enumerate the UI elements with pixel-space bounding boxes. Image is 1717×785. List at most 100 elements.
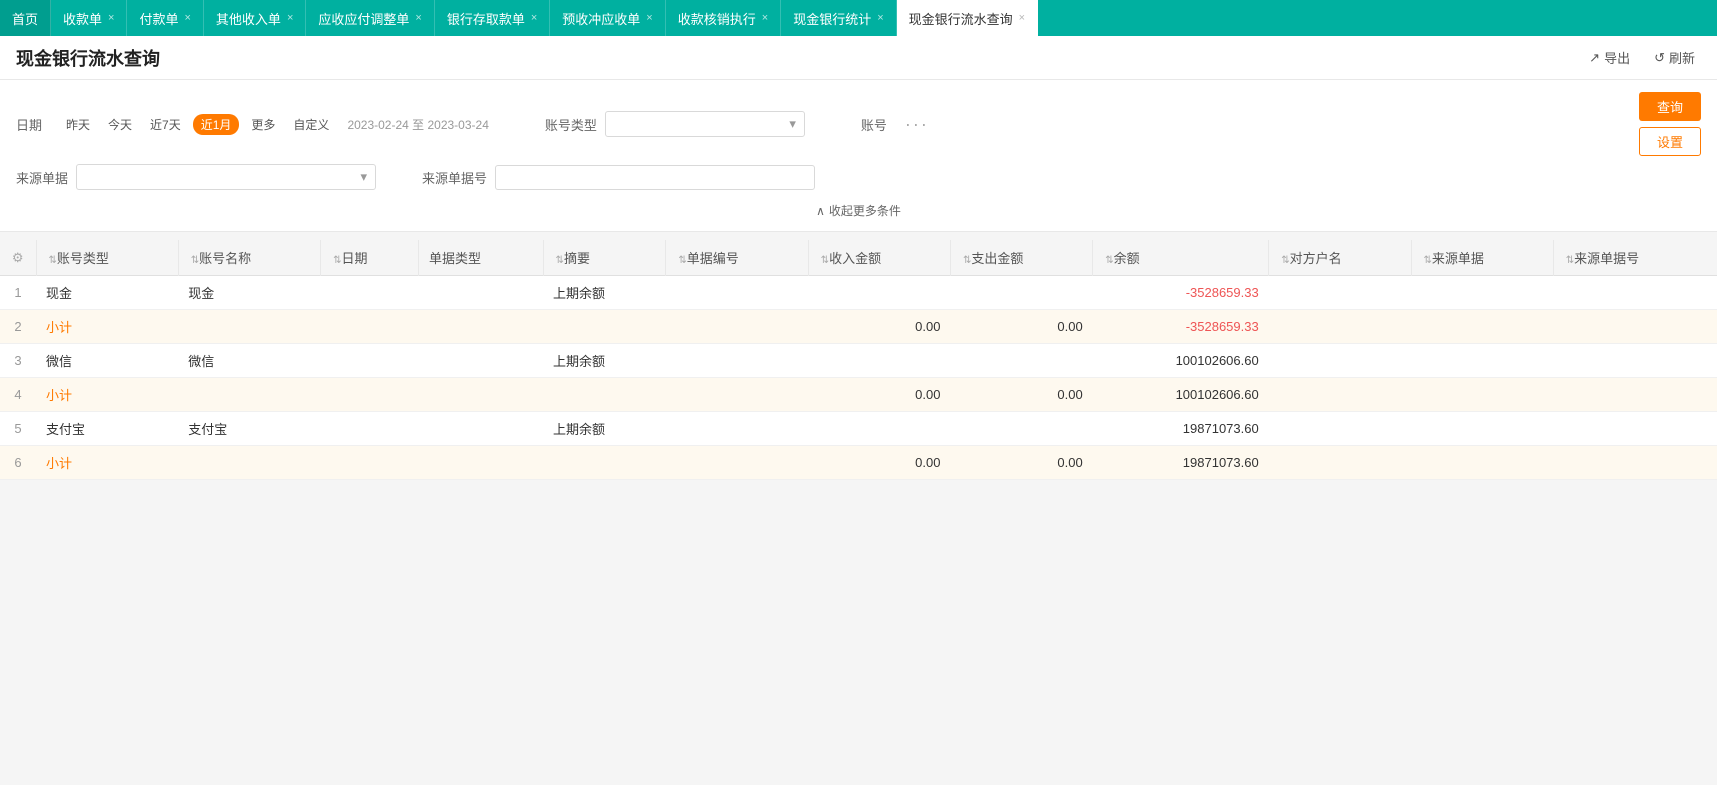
last7-btn[interactable]: 近7天 (144, 114, 187, 135)
cell-source-doc (1411, 276, 1553, 310)
source-doc-no-input[interactable] (495, 165, 815, 190)
source-doc-no-group: 来源单据号 (422, 165, 815, 190)
source-doc-group: 来源单据 ▾ (16, 164, 376, 190)
cell-counterparty (1269, 412, 1411, 446)
cell-date (321, 446, 419, 480)
filter-area: 日期 昨天 今天 近7天 近1月 更多 自定义 2023-02-24 至 202… (0, 80, 1717, 232)
nav-tab-首页[interactable]: 首页 (0, 0, 51, 36)
nav-tab-现金银行统计[interactable]: 现金银行统计× (781, 0, 896, 36)
top-nav: 首页收款单×付款单×其他收入单×应收应付调整单×银行存取款单×预收冲应收单×收款… (0, 0, 1717, 36)
close-icon[interactable]: × (531, 12, 537, 24)
settings-button[interactable]: 设置 (1639, 127, 1701, 156)
col-source_doc[interactable]: ⇅来源单据 (1411, 240, 1553, 276)
close-icon[interactable]: × (184, 12, 190, 24)
cell-account-name: 支付宝 (178, 412, 320, 446)
custom-btn[interactable]: 自定义 (287, 114, 335, 135)
cell-account-type: 支付宝 (36, 412, 178, 446)
yesterday-btn[interactable]: 昨天 (60, 114, 96, 135)
today-btn[interactable]: 今天 (102, 114, 138, 135)
col-account_type[interactable]: ⇅账号类型 (36, 240, 178, 276)
col-balance[interactable]: ⇅余额 (1093, 240, 1269, 276)
col-income[interactable]: ⇅收入金额 (808, 240, 950, 276)
close-icon[interactable]: × (646, 12, 652, 24)
page-header: 现金银行流水查询 ↗ 导出 ↺ 刷新 (0, 36, 1717, 80)
cell-doc-no (666, 310, 808, 344)
close-icon[interactable]: × (415, 12, 421, 24)
nav-tab-付款单[interactable]: 付款单× (127, 0, 203, 36)
collapse-label: 收起更多条件 (829, 202, 901, 219)
cell-balance: 100102606.60 (1093, 344, 1269, 378)
cell-income: 0.00 (808, 378, 950, 412)
table-row: 2小计0.000.00-3528659.33 (0, 310, 1717, 344)
nav-tab-应收应付调整单[interactable]: 应收应付调整单× (306, 0, 434, 36)
cell-account-name: 现金 (178, 276, 320, 310)
cell-source-doc-no (1553, 378, 1717, 412)
account-dots[interactable]: ··· (905, 114, 929, 135)
chevron-down-icon2: ▾ (360, 169, 367, 185)
col-date[interactable]: ⇅日期 (321, 240, 419, 276)
source-doc-no-label: 来源单据号 (422, 168, 487, 187)
account-type-group: 账号类型 ▾ (545, 111, 805, 137)
cell-doc-no (666, 344, 808, 378)
cell-doc-type (418, 412, 543, 446)
nav-tab-收款核销执行[interactable]: 收款核销执行× (666, 0, 781, 36)
nav-tab-现金银行流水查询[interactable]: 现金银行流水查询× (897, 0, 1038, 36)
close-icon[interactable]: × (108, 12, 114, 24)
settings-col-icon[interactable]: ⚙ (12, 250, 24, 265)
cell-income: 0.00 (808, 446, 950, 480)
cell-doc-no (666, 276, 808, 310)
col-source_doc_no[interactable]: ⇅来源单据号 (1553, 240, 1717, 276)
close-icon[interactable]: × (1019, 12, 1025, 24)
close-icon[interactable]: × (762, 12, 768, 24)
cell-expense: 0.00 (950, 446, 1092, 480)
cell-income: 0.00 (808, 310, 950, 344)
close-icon[interactable]: × (287, 12, 293, 24)
cell-doc-type (418, 446, 543, 480)
col-account_name[interactable]: ⇅账号名称 (178, 240, 320, 276)
last1m-btn[interactable]: 近1月 (193, 114, 240, 135)
table-row: 3微信微信上期余额100102606.60 (0, 344, 1717, 378)
account-type-label: 账号类型 (545, 115, 597, 134)
nav-tab-银行存取款单[interactable]: 银行存取款单× (435, 0, 550, 36)
cell-balance: 100102606.60 (1093, 378, 1269, 412)
collapse-bar[interactable]: ∧ 收起更多条件 (16, 198, 1701, 223)
row-idx: 2 (0, 310, 36, 344)
date-filter-group: 日期 昨天 今天 近7天 近1月 更多 自定义 2023-02-24 至 202… (16, 114, 489, 135)
cell-source-doc-no (1553, 446, 1717, 480)
cell-counterparty (1269, 276, 1411, 310)
cell-expense: 0.00 (950, 310, 1092, 344)
cell-date (321, 344, 419, 378)
col-doc_no[interactable]: ⇅单据编号 (666, 240, 808, 276)
more-btn[interactable]: 更多 (245, 114, 281, 135)
cell-summary (543, 310, 666, 344)
nav-tab-预收冲应收单[interactable]: 预收冲应收单× (550, 0, 665, 36)
nav-tab-收款单[interactable]: 收款单× (51, 0, 127, 36)
col-summary[interactable]: ⇅摘要 (543, 240, 666, 276)
cell-balance: 19871073.60 (1093, 412, 1269, 446)
refresh-icon: ↺ (1654, 50, 1665, 66)
cell-expense: 0.00 (950, 378, 1092, 412)
nav-tab-其他收入单[interactable]: 其他收入单× (204, 0, 306, 36)
cell-counterparty (1269, 378, 1411, 412)
cell-income (808, 344, 950, 378)
col-expense[interactable]: ⇅支出金额 (950, 240, 1092, 276)
date-range-display: 2023-02-24 至 2023-03-24 (347, 116, 488, 133)
cell-summary (543, 446, 666, 480)
col-settings: ⚙ (0, 240, 36, 276)
cell-doc-type (418, 276, 543, 310)
row-idx: 6 (0, 446, 36, 480)
source-doc-select[interactable]: ▾ (76, 164, 376, 190)
col-counterparty[interactable]: ⇅对方户名 (1269, 240, 1411, 276)
table-row: 5支付宝支付宝上期余额19871073.60 (0, 412, 1717, 446)
cell-balance: -3528659.33 (1093, 276, 1269, 310)
close-icon[interactable]: × (877, 12, 883, 24)
account-label: 账号 (861, 115, 897, 134)
query-button[interactable]: 查询 (1639, 92, 1701, 121)
cell-summary: 上期余额 (543, 412, 666, 446)
cell-source-doc (1411, 344, 1553, 378)
export-button[interactable]: ↗ 导出 (1583, 44, 1636, 71)
account-type-select[interactable]: ▾ (605, 111, 805, 137)
table-row: 6小计0.000.0019871073.60 (0, 446, 1717, 480)
cell-source-doc-no (1553, 276, 1717, 310)
refresh-button[interactable]: ↺ 刷新 (1648, 44, 1701, 71)
